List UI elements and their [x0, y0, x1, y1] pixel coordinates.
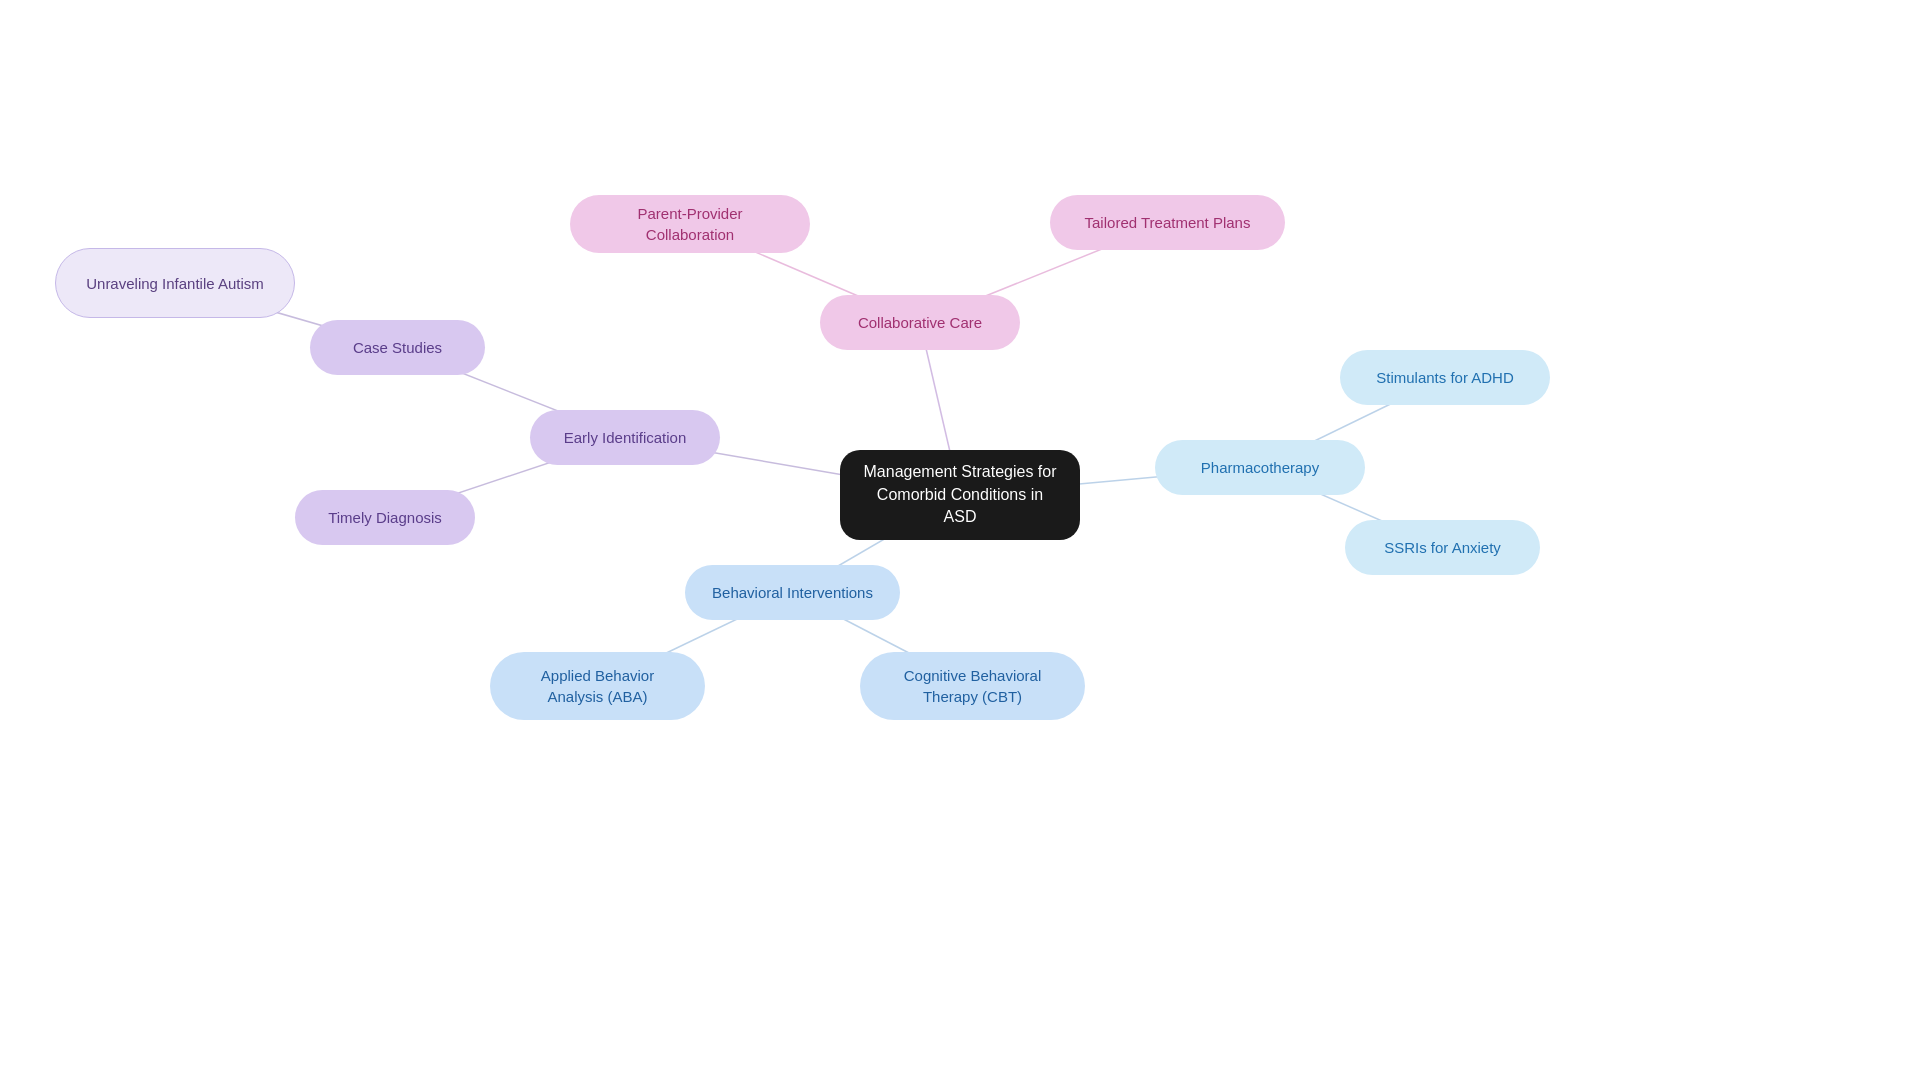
aba-node[interactable]: Applied Behavior Analysis (ABA)	[490, 652, 705, 720]
ssris-node[interactable]: SSRIs for Anxiety	[1345, 520, 1540, 575]
collaborative-care-node[interactable]: Collaborative Care	[820, 295, 1020, 350]
stimulants-node[interactable]: Stimulants for ADHD	[1340, 350, 1550, 405]
tailored-treatment-node[interactable]: Tailored Treatment Plans	[1050, 195, 1285, 250]
cbt-node[interactable]: Cognitive Behavioral Therapy (CBT)	[860, 652, 1085, 720]
timely-diagnosis-node[interactable]: Timely Diagnosis	[295, 490, 475, 545]
behavioral-interventions-node[interactable]: Behavioral Interventions	[685, 565, 900, 620]
parent-provider-node[interactable]: Parent-Provider Collaboration	[570, 195, 810, 253]
center-node[interactable]: Management Strategies for Comorbid Condi…	[840, 450, 1080, 540]
pharmacotherapy-node[interactable]: Pharmacotherapy	[1155, 440, 1365, 495]
case-studies-node[interactable]: Case Studies	[310, 320, 485, 375]
early-identification-node[interactable]: Early Identification	[530, 410, 720, 465]
unraveling-autism-node[interactable]: Unraveling Infantile Autism	[55, 248, 295, 318]
